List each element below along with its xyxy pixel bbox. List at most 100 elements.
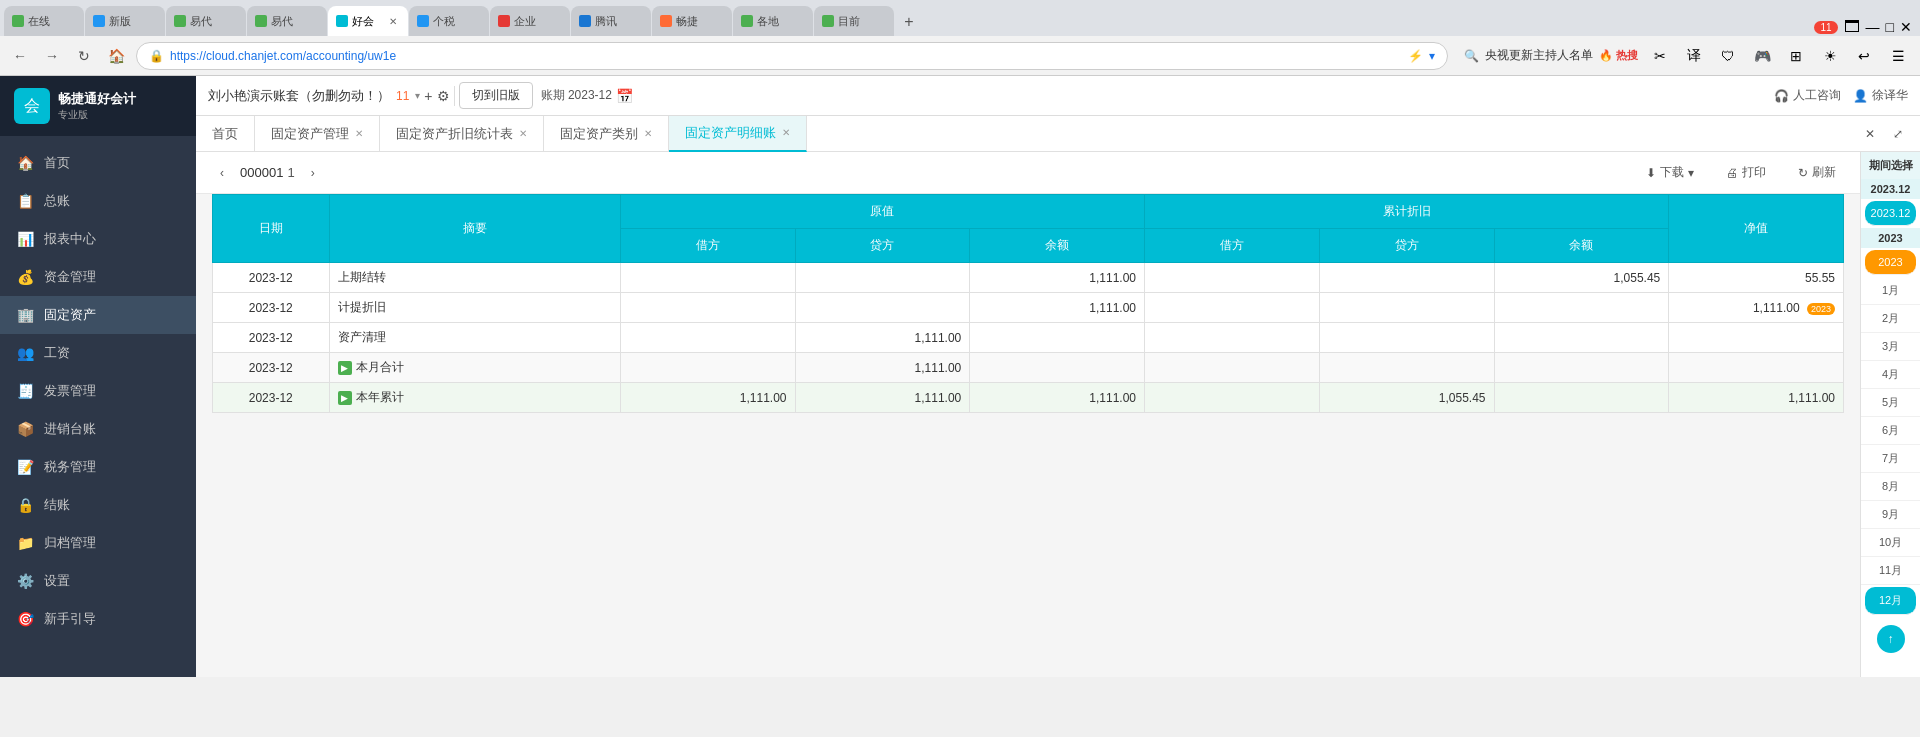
period-item-2023[interactable]: 2023 bbox=[1865, 250, 1916, 275]
sidebar-item-invoice[interactable]: 🧾 发票管理 bbox=[0, 372, 196, 410]
account-count: 11 bbox=[396, 89, 409, 103]
dropdown-icon[interactable]: ▾ bbox=[1429, 49, 1435, 63]
theme-icon[interactable]: ☀ bbox=[1816, 42, 1844, 70]
sidebar-item-reports[interactable]: 📊 报表中心 bbox=[0, 220, 196, 258]
prev-asset-button[interactable]: ‹ bbox=[212, 163, 232, 183]
row-orig-debit bbox=[620, 293, 795, 323]
next-asset-button[interactable]: › bbox=[303, 163, 323, 183]
browser-tab-geshui[interactable]: 个税 bbox=[409, 6, 489, 36]
sidebar-item-archive[interactable]: 📁 归档管理 bbox=[0, 524, 196, 562]
translate-icon[interactable]: 译 bbox=[1680, 42, 1708, 70]
grid-icon[interactable]: ⊞ bbox=[1782, 42, 1810, 70]
window-minimize-icon[interactable]: — bbox=[1866, 19, 1880, 35]
browser-tab-new[interactable]: 新版 bbox=[85, 6, 165, 36]
row-summary: 资产清理 bbox=[329, 323, 620, 353]
page-tab-close-icon[interactable]: ✕ bbox=[644, 128, 652, 139]
browser-tab-geди[interactable]: 各地 bbox=[733, 6, 813, 36]
browser-tab-haohui[interactable]: 好会 ✕ bbox=[328, 6, 408, 36]
page-tab-close-icon[interactable]: ✕ bbox=[782, 127, 790, 138]
print-button[interactable]: 🖨 打印 bbox=[1718, 160, 1774, 185]
page-tab-close-icon[interactable]: ✕ bbox=[355, 128, 363, 139]
sidebar-item-funds[interactable]: 💰 资金管理 bbox=[0, 258, 196, 296]
scroll-up-button[interactable]: ↑ bbox=[1877, 625, 1905, 653]
period-item-5[interactable]: 5月 bbox=[1861, 389, 1920, 417]
row-net-value: 1,111.00 bbox=[1669, 383, 1844, 413]
page-tab-home[interactable]: 首页 bbox=[196, 116, 255, 152]
account-settings-icon[interactable]: ⚙ bbox=[437, 88, 450, 104]
forward-button[interactable]: → bbox=[40, 44, 64, 68]
browser-tab-changjie[interactable]: 畅捷 bbox=[652, 6, 732, 36]
tab-label: 企业 bbox=[514, 14, 562, 29]
menu-icon[interactable]: ☰ bbox=[1884, 42, 1912, 70]
game-icon[interactable]: 🎮 bbox=[1748, 42, 1776, 70]
period-header: 期间选择 bbox=[1861, 152, 1920, 179]
sidebar-item-settings[interactable]: ⚙️ 设置 bbox=[0, 562, 196, 600]
assets-icon: 🏢 bbox=[16, 306, 34, 324]
window-restore-icon[interactable]: 🗖 bbox=[1844, 18, 1860, 36]
period-item-11[interactable]: 11月 bbox=[1861, 557, 1920, 585]
account-dropdown-icon[interactable]: ▾ bbox=[415, 90, 420, 101]
period-item-3[interactable]: 3月 bbox=[1861, 333, 1920, 361]
sidebar-item-label: 资金管理 bbox=[44, 268, 96, 286]
support-button[interactable]: 🎧 人工咨询 bbox=[1774, 87, 1841, 104]
page-tab-asset-mgmt[interactable]: 固定资产管理 ✕ bbox=[255, 116, 380, 152]
download-dropdown-icon[interactable]: ▾ bbox=[1688, 166, 1694, 180]
browser-tab-online[interactable]: 在线 bbox=[4, 6, 84, 36]
period-item-7[interactable]: 7月 bbox=[1861, 445, 1920, 473]
sidebar-item-inventory[interactable]: 📦 进销台账 bbox=[0, 410, 196, 448]
switch-version-button[interactable]: 切到旧版 bbox=[459, 82, 533, 109]
browser-tab-tencent[interactable]: 腾讯 bbox=[571, 6, 651, 36]
back-button[interactable]: ← bbox=[8, 44, 32, 68]
sidebar-item-closing[interactable]: 🔒 结账 bbox=[0, 486, 196, 524]
app-logo-sub: 专业版 bbox=[58, 108, 136, 122]
page-tab-close-icon[interactable]: ✕ bbox=[519, 128, 527, 139]
home-button[interactable]: 🏠 bbox=[104, 44, 128, 68]
window-close-icon[interactable]: ✕ bbox=[1900, 19, 1912, 35]
row-summary: 计提折旧 bbox=[329, 293, 620, 323]
page-tab-depreciation[interactable]: 固定资产折旧统计表 ✕ bbox=[380, 116, 544, 152]
scissors-icon[interactable]: ✂ bbox=[1646, 42, 1674, 70]
sidebar-item-guide[interactable]: 🎯 新手引导 bbox=[0, 600, 196, 638]
new-tab-button[interactable]: + bbox=[895, 8, 923, 36]
page-tab-category[interactable]: 固定资产类别 ✕ bbox=[544, 116, 669, 152]
period-item-1[interactable]: 1月 bbox=[1861, 277, 1920, 305]
history-back-icon[interactable]: ↩ bbox=[1850, 42, 1878, 70]
period-item-9[interactable]: 9月 bbox=[1861, 501, 1920, 529]
calendar-icon[interactable]: 📅 bbox=[616, 88, 633, 104]
account-name: 刘小艳演示账套（勿删勿动！） bbox=[208, 87, 390, 105]
refresh-button[interactable]: ↻ bbox=[72, 44, 96, 68]
expand-panel-icon[interactable]: ⤢ bbox=[1888, 124, 1908, 144]
sidebar-nav: 🏠 首页 📋 总账 📊 报表中心 💰 资金管理 🏢 固定资产 👥 工资 bbox=[0, 136, 196, 677]
url-bar[interactable]: 🔒 https://cloud.chanjet.com/accounting/u… bbox=[136, 42, 1448, 70]
browser-tab-mubi[interactable]: 目前 bbox=[814, 6, 894, 36]
extension-icon[interactable]: 🛡 bbox=[1714, 42, 1742, 70]
home-icon: 🏠 bbox=[16, 154, 34, 172]
close-panel-icon[interactable]: ✕ bbox=[1860, 124, 1880, 144]
period-item-10[interactable]: 10月 bbox=[1861, 529, 1920, 557]
browser-tab-yidai1[interactable]: 易代 bbox=[166, 6, 246, 36]
reports-icon: 📊 bbox=[16, 230, 34, 248]
browser-tab-yidai2[interactable]: 易代 bbox=[247, 6, 327, 36]
col-accum-debit: 借方 bbox=[1145, 229, 1320, 263]
period-item-12[interactable]: 12月 bbox=[1865, 587, 1916, 615]
sidebar-item-ledger[interactable]: 📋 总账 bbox=[0, 182, 196, 220]
tab-close-icon[interactable]: ✕ bbox=[386, 16, 400, 27]
period-item-4[interactable]: 4月 bbox=[1861, 361, 1920, 389]
period-year[interactable]: 2023 bbox=[1861, 228, 1920, 248]
period-item-8[interactable]: 8月 bbox=[1861, 473, 1920, 501]
page-tab-ledger[interactable]: 固定资产明细账 ✕ bbox=[669, 116, 807, 152]
download-button[interactable]: ⬇ 下载 ▾ bbox=[1638, 160, 1702, 185]
tab-favicon bbox=[255, 15, 267, 27]
refresh-button[interactable]: ↻ 刷新 bbox=[1790, 160, 1844, 185]
sidebar-item-tax[interactable]: 📝 税务管理 bbox=[0, 448, 196, 486]
sidebar-item-assets[interactable]: 🏢 固定资产 bbox=[0, 296, 196, 334]
sidebar-item-home[interactable]: 🏠 首页 bbox=[0, 144, 196, 182]
sidebar-item-payroll[interactable]: 👥 工资 bbox=[0, 334, 196, 372]
add-account-icon[interactable]: + bbox=[424, 88, 432, 104]
period-item-2[interactable]: 2月 bbox=[1861, 305, 1920, 333]
row-accum-debit bbox=[1145, 263, 1320, 293]
browser-tab-qiye[interactable]: 企业 bbox=[490, 6, 570, 36]
user-menu[interactable]: 👤 徐译华 bbox=[1853, 87, 1908, 104]
window-maximize-icon[interactable]: □ bbox=[1886, 19, 1894, 35]
period-item-6[interactable]: 6月 bbox=[1861, 417, 1920, 445]
